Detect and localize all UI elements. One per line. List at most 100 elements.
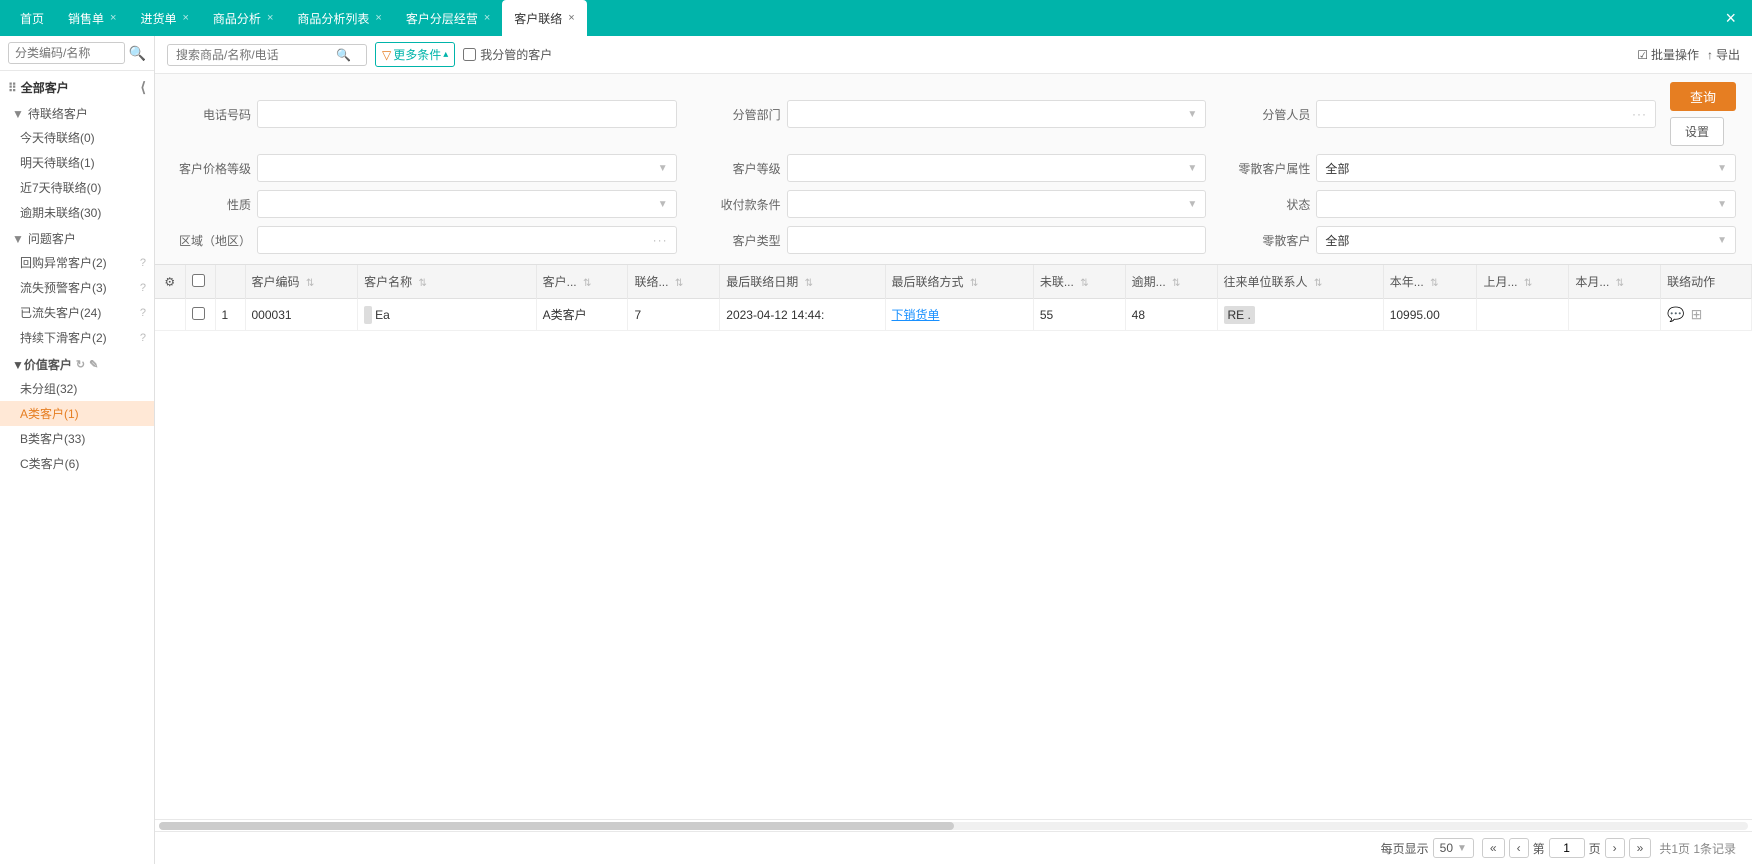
my-customers-checkbox[interactable]	[463, 48, 476, 61]
sort-this-month[interactable]: ⇅	[1616, 278, 1624, 289]
dept-input[interactable]: ▼	[787, 100, 1207, 128]
nature-input[interactable]: ▼	[257, 190, 677, 218]
sort-contact-person[interactable]: ⇅	[1314, 278, 1322, 289]
col-this-year-header[interactable]: 本年... ⇅	[1383, 265, 1477, 299]
sort-last-month[interactable]: ⇅	[1524, 278, 1532, 289]
my-customers-filter[interactable]: 我分管的客户	[463, 46, 552, 63]
retail-attr-input[interactable]: 全部 ▼	[1316, 154, 1736, 182]
col-overdue-header[interactable]: 逾期... ⇅	[1125, 265, 1217, 299]
price-level-input[interactable]: ▼	[257, 154, 677, 182]
sidebar-item-today[interactable]: 今天待联络(0)	[0, 125, 154, 150]
filter-search-input[interactable]	[176, 48, 336, 62]
sort-type[interactable]: ⇅	[583, 278, 591, 289]
sidebar-group-pending[interactable]: ▼ 待联络客户	[0, 100, 154, 125]
row-last-method[interactable]: 下销货单	[885, 299, 1033, 331]
sidebar-item-overdue[interactable]: 逾期未联络(30)	[0, 200, 154, 225]
row-select-checkbox[interactable]	[192, 307, 205, 320]
export-btn[interactable]: ↑ 导出	[1707, 46, 1740, 63]
page-size-box[interactable]: 50 ▼	[1433, 838, 1474, 858]
sidebar-item-churn-warning[interactable]: 流失预警客户(3) ?	[0, 275, 154, 300]
select-all-checkbox[interactable]	[192, 274, 205, 287]
close-product-analysis-tab[interactable]: ×	[267, 12, 273, 24]
edit-icon[interactable]: ✎	[89, 358, 98, 371]
scrollbar-thumb[interactable]	[159, 822, 954, 830]
qrcode-action-icon[interactable]: ⊞	[1691, 306, 1703, 323]
person-input[interactable]: ···	[1316, 100, 1656, 128]
sort-no-contact[interactable]: ⇅	[1080, 278, 1088, 289]
sidebar-search-input[interactable]	[8, 42, 125, 64]
sidebar-search-icon[interactable]: 🔍	[129, 45, 146, 62]
collapse-icon[interactable]: ⟨	[141, 79, 146, 96]
col-contact-header[interactable]: 联络... ⇅	[628, 265, 720, 299]
nav-tab-customer-contact[interactable]: 客户联络 ×	[502, 0, 586, 36]
col-no-contact-header[interactable]: 未联... ⇅	[1033, 265, 1125, 299]
close-all-tabs[interactable]: ×	[1717, 8, 1744, 29]
row-code[interactable]: 000031	[245, 299, 358, 331]
sidebar-item-churned[interactable]: 已流失客户(24) ?	[0, 300, 154, 325]
close-sales-tab[interactable]: ×	[110, 12, 116, 24]
sidebar-item-type-b[interactable]: B类客户(33)	[0, 426, 154, 451]
sidebar-item-type-a[interactable]: A类客户(1)	[0, 401, 154, 426]
status-input[interactable]: ▼	[1316, 190, 1736, 218]
customer-type-input[interactable]	[787, 226, 1207, 254]
sort-last-date[interactable]: ⇅	[805, 278, 813, 289]
sidebar-group-problem[interactable]: ▼ 问题客户	[0, 225, 154, 250]
col-code-header[interactable]: 客户编码 ⇅	[245, 265, 358, 299]
page-first-btn[interactable]: «	[1482, 838, 1505, 858]
col-gear[interactable]: ⚙	[155, 265, 185, 299]
scrollbar-track[interactable]	[159, 822, 1748, 830]
horizontal-scrollbar[interactable]	[155, 819, 1752, 831]
page-next-btn[interactable]: ›	[1605, 838, 1625, 858]
batch-ops-btn[interactable]: ☑ 批量操作	[1637, 46, 1699, 63]
close-customer-seg-tab[interactable]: ×	[484, 12, 490, 24]
nav-tab-product-analysis[interactable]: 商品分析 ×	[201, 0, 285, 36]
close-customer-contact-tab[interactable]: ×	[568, 12, 574, 24]
sidebar-item-repurchase-anomaly[interactable]: 回购异常客户(2) ?	[0, 250, 154, 275]
col-last-method-header[interactable]: 最后联络方式 ⇅	[885, 265, 1033, 299]
nav-tab-purchase[interactable]: 进货单 ×	[128, 0, 200, 36]
sort-name[interactable]: ⇅	[419, 278, 427, 289]
sidebar-item-ungrouped[interactable]: 未分组(32)	[0, 376, 154, 401]
phone-input[interactable]	[257, 100, 677, 128]
sort-contact[interactable]: ⇅	[675, 278, 683, 289]
col-checkbox-header[interactable]	[185, 265, 215, 299]
page-number-input[interactable]	[1549, 838, 1585, 858]
close-product-list-tab[interactable]: ×	[375, 12, 381, 24]
sort-last-method[interactable]: ⇅	[970, 278, 978, 289]
close-purchase-tab[interactable]: ×	[182, 12, 188, 24]
action-icons: 💬 ⊞	[1667, 306, 1745, 323]
filter-more-btn[interactable]: ▽ 更多条件 ▴	[375, 42, 455, 67]
payment-input[interactable]: ▼	[787, 190, 1207, 218]
nav-tab-product-list[interactable]: 商品分析列表 ×	[285, 0, 393, 36]
sidebar-item-declining[interactable]: 持续下滑客户(2) ?	[0, 325, 154, 350]
query-button[interactable]: 查询	[1670, 82, 1736, 111]
page-prev-btn[interactable]: ‹	[1509, 838, 1529, 858]
sidebar-group-value[interactable]: ▼ 价值客户 ↻ ✎	[0, 350, 154, 376]
sidebar-item-7days[interactable]: 近7天待联络(0)	[0, 175, 154, 200]
settings-button[interactable]: 设置	[1670, 117, 1724, 146]
col-type-header[interactable]: 客户... ⇅	[536, 265, 628, 299]
sort-this-year[interactable]: ⇅	[1430, 278, 1438, 289]
customer-level-input[interactable]: ▼	[787, 154, 1207, 182]
retail-customer-input[interactable]: 全部 ▼	[1316, 226, 1736, 254]
region-input[interactable]: ···	[257, 226, 677, 254]
sort-overdue[interactable]: ⇅	[1172, 278, 1180, 289]
gear-icon[interactable]: ⚙	[164, 275, 175, 289]
nav-tab-customer-seg[interactable]: 客户分层经营 ×	[394, 0, 502, 36]
col-last-date-header[interactable]: 最后联络日期 ⇅	[720, 265, 885, 299]
sidebar-item-tomorrow[interactable]: 明天待联络(1)	[0, 150, 154, 175]
sidebar-all-customers[interactable]: ⠿ 全部客户 ⟨	[0, 71, 154, 100]
nav-tab-sales[interactable]: 销售单 ×	[56, 0, 128, 36]
nav-tab-home[interactable]: 首页	[8, 0, 56, 36]
row-checkbox[interactable]	[185, 299, 215, 331]
refresh-icon[interactable]: ↻	[76, 358, 85, 371]
col-contact-person-header[interactable]: 往来单位联系人 ⇅	[1217, 265, 1383, 299]
chat-action-icon[interactable]: 💬	[1667, 306, 1684, 323]
sidebar-item-type-c[interactable]: C类客户(6)	[0, 451, 154, 476]
col-this-month-header[interactable]: 本月... ⇅	[1569, 265, 1661, 299]
col-last-month-header[interactable]: 上月... ⇅	[1477, 265, 1569, 299]
page-last-btn[interactable]: »	[1629, 838, 1652, 858]
col-name-header[interactable]: 客户名称 ⇅	[358, 265, 536, 299]
sort-code[interactable]: ⇅	[306, 278, 314, 289]
filter-search-icon[interactable]: 🔍	[336, 48, 351, 62]
